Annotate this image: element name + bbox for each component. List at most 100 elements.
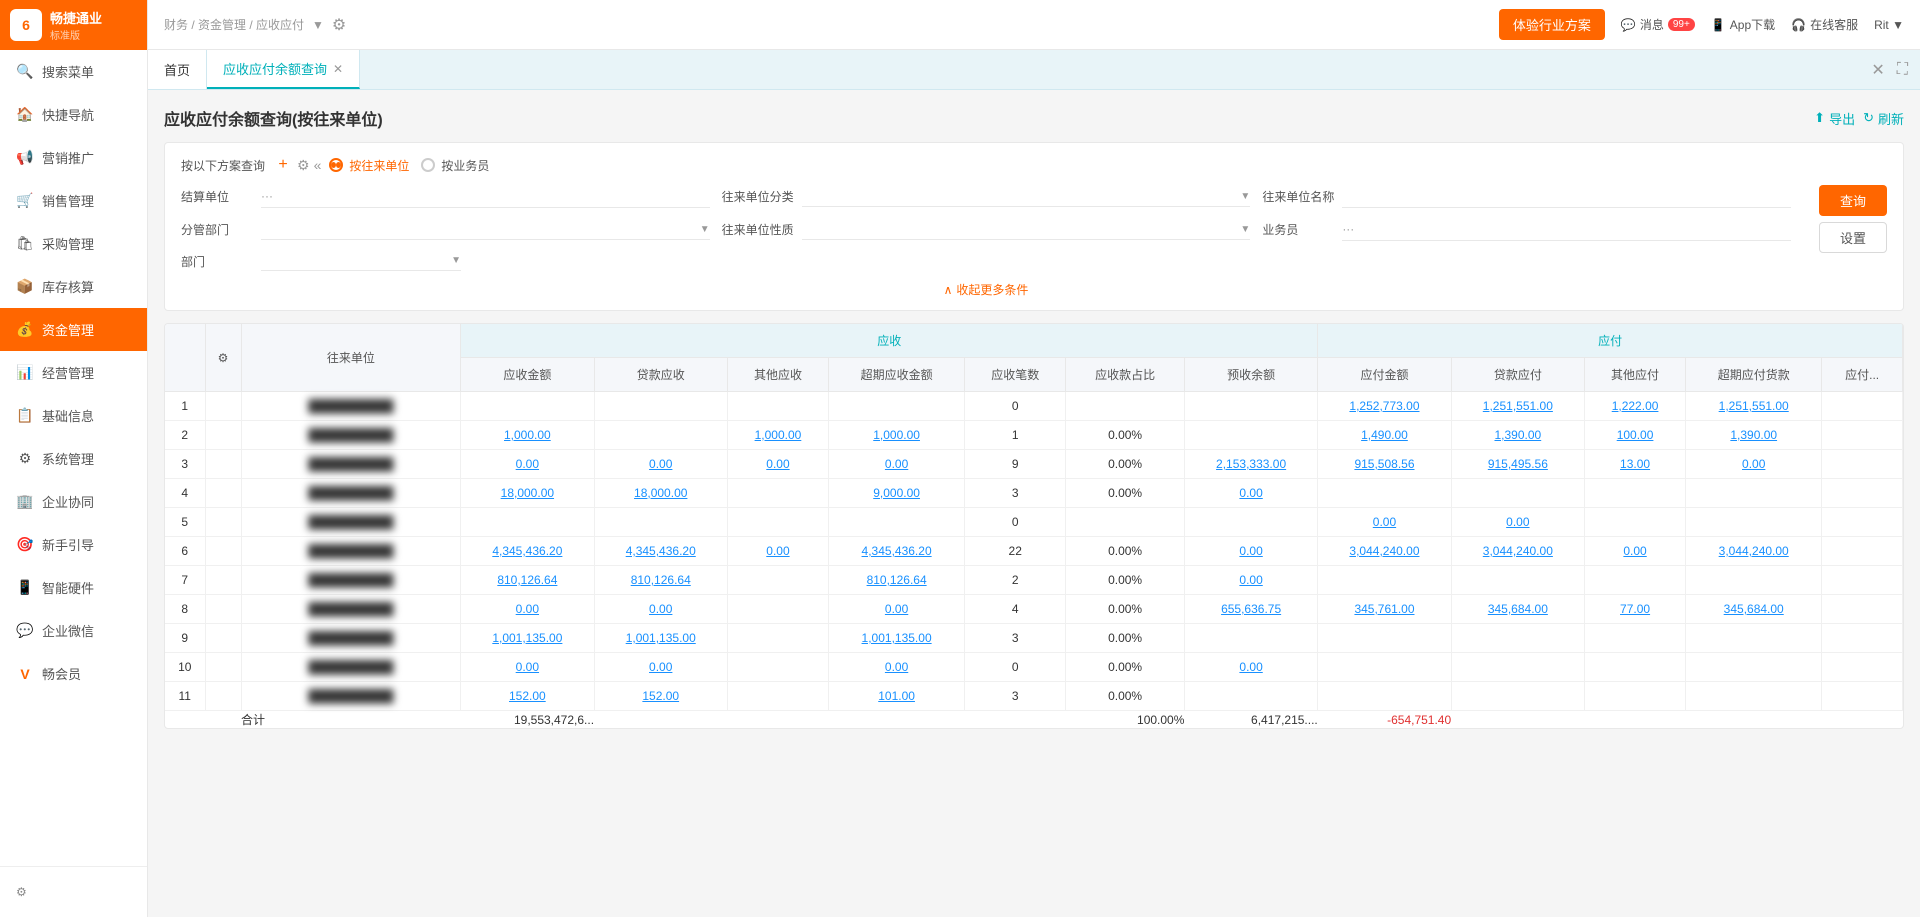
row-pay-amount[interactable]: 3,044,240.00 (1318, 537, 1451, 566)
row-loan-rec[interactable]: 0.00 (594, 595, 727, 624)
row-loan-pay[interactable]: 345,684.00 (1451, 595, 1584, 624)
row-overdue-rec[interactable]: 1,001,135.00 (828, 624, 964, 653)
row-rec-amount[interactable]: 1,001,135.00 (461, 624, 594, 653)
row-loan-pay[interactable]: 1,390.00 (1451, 421, 1584, 450)
filter-collapse-icon[interactable]: « (314, 157, 322, 173)
sidebar-item-sales[interactable]: 🛒 销售管理 (0, 179, 147, 222)
row-overdue-rec[interactable] (828, 392, 964, 421)
row-overdue-rec[interactable]: 0.00 (828, 653, 964, 682)
row-overdue-rec[interactable]: 4,345,436.20 (828, 537, 964, 566)
row-pay-amount[interactable]: 345,761.00 (1318, 595, 1451, 624)
row-overdue-rec[interactable]: 101.00 (828, 682, 964, 711)
sidebar-item-guide[interactable]: 🎯 新手引导 (0, 523, 147, 566)
row-pay-amount[interactable] (1318, 479, 1451, 508)
online-service-button[interactable]: 🎧 在线客服 (1791, 16, 1858, 33)
row-other-pay[interactable]: 13.00 (1585, 450, 1686, 479)
row-overdue-pay[interactable]: 345,684.00 (1686, 595, 1822, 624)
row-loan-rec[interactable]: 1,001,135.00 (594, 624, 727, 653)
chevron-down-icon[interactable]: ▼ (312, 18, 324, 32)
row-pay-amount[interactable] (1318, 566, 1451, 595)
row-other-pay[interactable] (1585, 479, 1686, 508)
row-overdue-pay[interactable] (1686, 479, 1822, 508)
row-loan-rec[interactable]: 0.00 (594, 653, 727, 682)
sidebar-item-purchase[interactable]: 🛍 采购管理 (0, 222, 147, 265)
row-prepaid[interactable] (1184, 421, 1317, 450)
row-pay-amount[interactable]: 1,252,773.00 (1318, 392, 1451, 421)
row-prepaid[interactable]: 2,153,333.00 (1184, 450, 1317, 479)
row-rec-amount[interactable] (461, 508, 594, 537)
row-pay-amount[interactable]: 1,490.00 (1318, 421, 1451, 450)
row-loan-rec[interactable]: 4,345,436.20 (594, 537, 727, 566)
partner-name-input[interactable] (1342, 185, 1791, 208)
sidebar-item-enterprise[interactable]: 🏢 企业协同 (0, 480, 147, 523)
row-overdue-rec[interactable]: 810,126.64 (828, 566, 964, 595)
row-overdue-rec[interactable] (828, 508, 964, 537)
row-overdue-pay[interactable]: 3,044,240.00 (1686, 537, 1822, 566)
tab-close-icon[interactable]: ✕ (333, 62, 343, 76)
row-other-pay[interactable] (1585, 653, 1686, 682)
row-overdue-pay[interactable]: 1,390.00 (1686, 421, 1822, 450)
row-other-pay[interactable]: 0.00 (1585, 537, 1686, 566)
row-other-pay[interactable] (1585, 624, 1686, 653)
row-other-rec[interactable] (727, 624, 828, 653)
row-overdue-pay[interactable] (1686, 566, 1822, 595)
row-loan-rec[interactable]: 152.00 (594, 682, 727, 711)
row-other-rec[interactable] (727, 653, 828, 682)
th-settings[interactable]: ⚙ (205, 324, 241, 392)
filter-settings-icon[interactable]: ⚙ (297, 157, 310, 174)
row-rec-amount[interactable]: 1,000.00 (461, 421, 594, 450)
row-overdue-pay[interactable] (1686, 508, 1822, 537)
row-overdue-pay[interactable] (1686, 624, 1822, 653)
refresh-button[interactable]: ↻ 刷新 (1863, 109, 1904, 128)
row-overdue-pay[interactable]: 1,251,551.00 (1686, 392, 1822, 421)
row-other-pay[interactable] (1585, 566, 1686, 595)
app-download-button[interactable]: 📱 App下载 (1711, 16, 1775, 33)
partner-nature-select[interactable]: ▼ (802, 220, 1251, 240)
row-loan-pay[interactable] (1451, 479, 1584, 508)
row-other-pay[interactable]: 100.00 (1585, 421, 1686, 450)
row-pay-amount[interactable]: 0.00 (1318, 508, 1451, 537)
row-loan-pay[interactable]: 915,495.56 (1451, 450, 1584, 479)
row-other-pay[interactable] (1585, 508, 1686, 537)
row-rec-amount[interactable]: 810,126.64 (461, 566, 594, 595)
maximize-icon[interactable]: ⛶ (1897, 61, 1908, 79)
row-other-rec[interactable]: 0.00 (727, 450, 828, 479)
row-prepaid[interactable]: 655,636.75 (1184, 595, 1317, 624)
row-overdue-pay[interactable] (1686, 682, 1822, 711)
row-overdue-rec[interactable]: 9,000.00 (828, 479, 964, 508)
dept-select[interactable]: ▼ (261, 251, 461, 271)
sidebar-item-wechat[interactable]: 💬 企业微信 (0, 609, 147, 652)
sidebar-item-basic[interactable]: 📋 基础信息 (0, 394, 147, 437)
close-window-icon[interactable]: ✕ (1871, 60, 1884, 80)
row-other-rec[interactable] (727, 682, 828, 711)
row-prepaid[interactable] (1184, 392, 1317, 421)
row-pay-amount[interactable]: 915,508.56 (1318, 450, 1451, 479)
row-prepaid[interactable]: 0.00 (1184, 537, 1317, 566)
query-button[interactable]: 查询 (1819, 185, 1887, 216)
row-loan-pay[interactable] (1451, 624, 1584, 653)
settlement-unit-select[interactable]: ··· (261, 185, 710, 208)
row-overdue-rec[interactable]: 0.00 (828, 450, 964, 479)
add-filter-button[interactable]: + (273, 155, 293, 175)
sidebar-item-search[interactable]: 🔍 搜索菜单 (0, 50, 147, 93)
row-rec-amount[interactable]: 0.00 (461, 595, 594, 624)
row-loan-pay[interactable]: 3,044,240.00 (1451, 537, 1584, 566)
row-overdue-pay[interactable] (1686, 653, 1822, 682)
row-loan-rec[interactable] (594, 421, 727, 450)
tab-active[interactable]: 应收应付余额查询 ✕ (207, 50, 360, 89)
row-other-rec[interactable] (727, 566, 828, 595)
export-button[interactable]: ⬆ 导出 (1814, 109, 1855, 128)
settings-button[interactable]: 设置 (1819, 222, 1887, 253)
row-loan-rec[interactable] (594, 392, 727, 421)
sidebar-bottom-settings[interactable]: ⚙ (0, 877, 147, 907)
row-loan-rec[interactable]: 18,000.00 (594, 479, 727, 508)
filter-option-partner[interactable]: 按往来单位 (329, 157, 409, 174)
row-rec-amount[interactable]: 0.00 (461, 450, 594, 479)
row-prepaid[interactable] (1184, 624, 1317, 653)
sidebar-item-member[interactable]: V 畅会员 (0, 652, 147, 695)
row-loan-pay[interactable] (1451, 653, 1584, 682)
row-other-rec[interactable]: 1,000.00 (727, 421, 828, 450)
filter-option-salesman[interactable]: 按业务员 (421, 157, 489, 174)
row-other-rec[interactable]: 0.00 (727, 537, 828, 566)
sidebar-item-quicknav[interactable]: 🏠 快捷导航 (0, 93, 147, 136)
